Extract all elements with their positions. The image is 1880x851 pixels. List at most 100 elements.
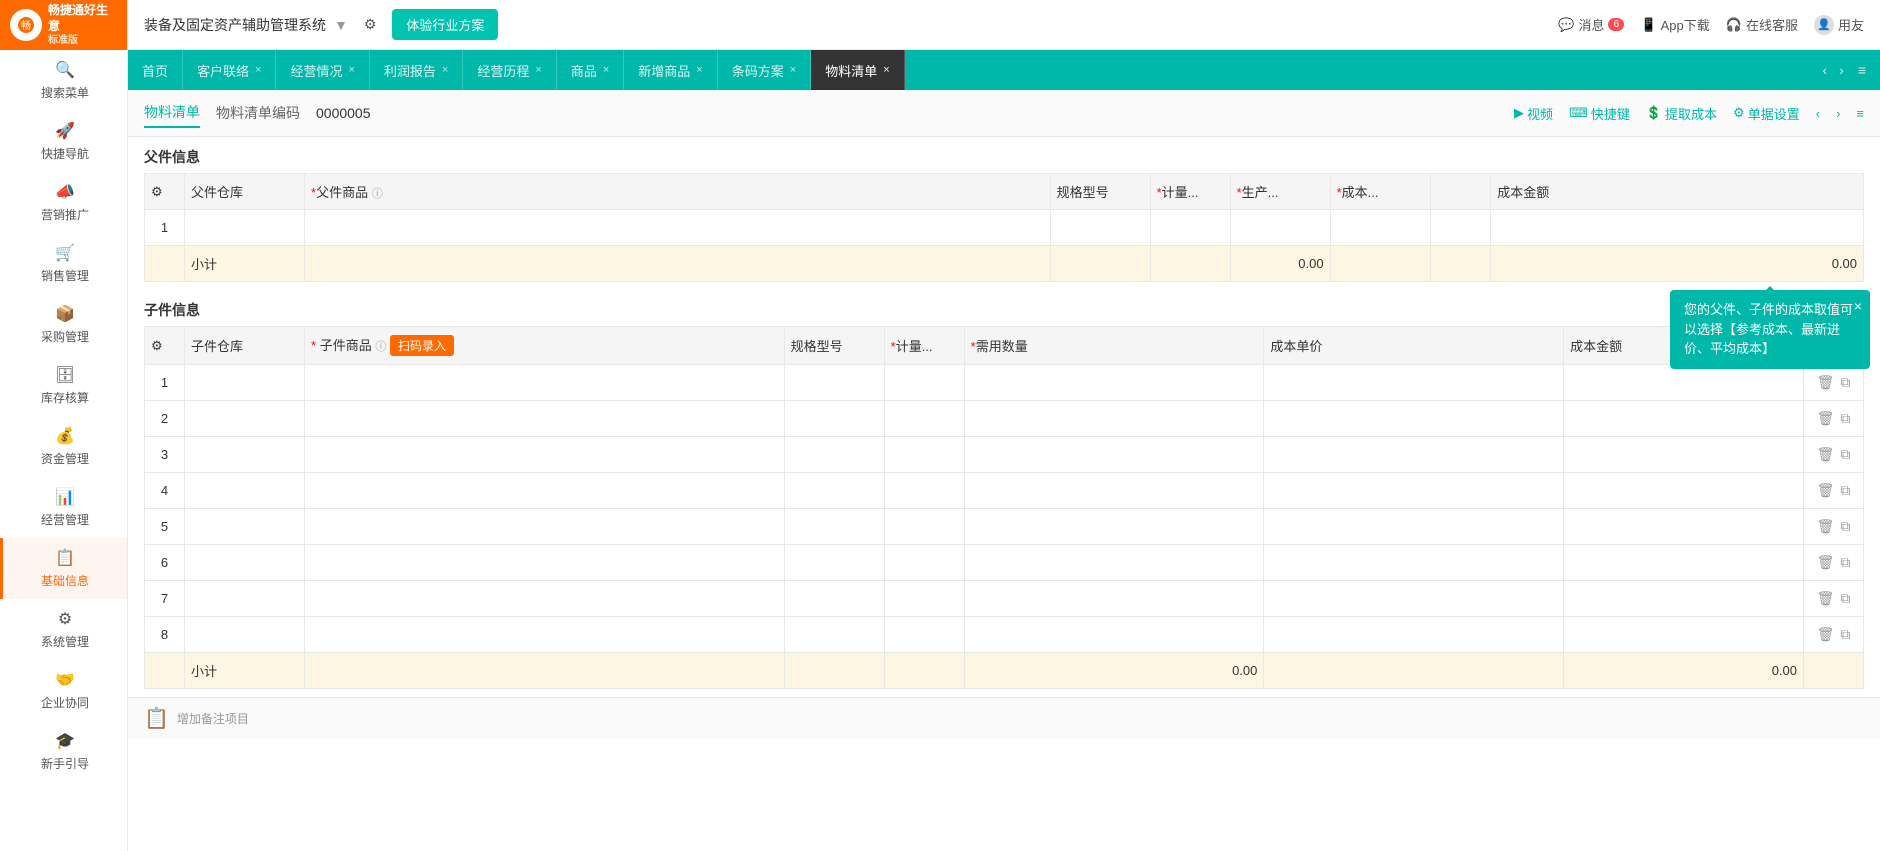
delete-icon[interactable]: 🗑	[1817, 554, 1835, 571]
th-parent-settings[interactable]: ⚙	[145, 174, 185, 210]
sidebar-item-sales[interactable]: 🛒销售管理	[0, 233, 127, 294]
sidebar-item-quicknav[interactable]: 🚀快捷导航	[0, 111, 127, 172]
sidebar-item-finance[interactable]: 💰资金管理	[0, 416, 127, 477]
child-row-2-spec[interactable]	[784, 401, 884, 437]
parent-row-1-production[interactable]	[1230, 210, 1330, 246]
child-row-4-spec[interactable]	[784, 473, 884, 509]
child-row-7-qty[interactable]	[964, 581, 1264, 617]
copy-icon[interactable]: ⧉	[1840, 518, 1850, 535]
tab-close-newgoods[interactable]: ×	[696, 64, 702, 76]
child-row-1-unit-cost[interactable]	[1264, 365, 1564, 401]
sub-tab-bom-list[interactable]: 物料清单	[144, 98, 200, 128]
child-row-8-spec[interactable]	[784, 617, 884, 653]
single-setting-btn[interactable]: ⚙单据设置	[1733, 104, 1800, 123]
copy-icon[interactable]: ⧉	[1840, 626, 1850, 643]
delete-icon[interactable]: 🗑	[1817, 374, 1835, 391]
parent-row-1-warehouse[interactable]	[185, 210, 305, 246]
tabs-next-arrow[interactable]: ›	[1835, 60, 1848, 80]
child-row-3-unit-cost[interactable]	[1264, 437, 1564, 473]
nav-prev-btn[interactable]: ‹	[1816, 106, 1820, 121]
delete-icon[interactable]: 🗑	[1817, 626, 1835, 643]
tab-close-barcode[interactable]: ×	[790, 64, 796, 76]
child-row-2-qty[interactable]	[964, 401, 1264, 437]
tab-close-customer[interactable]: ×	[255, 64, 261, 76]
tabs-close-all-btn[interactable]: ≡	[1852, 60, 1872, 80]
tab-close-operation[interactable]: ×	[348, 64, 354, 76]
copy-icon[interactable]: ⧉	[1840, 590, 1850, 607]
child-row-1-warehouse[interactable]	[185, 365, 305, 401]
child-row-5-warehouse[interactable]	[185, 509, 305, 545]
sidebar-item-guide[interactable]: 🎓新手引导	[0, 721, 127, 782]
experience-btn[interactable]: 体验行业方案	[392, 9, 498, 40]
extract-cost-btn[interactable]: 💲提取成本	[1646, 104, 1717, 123]
copy-icon[interactable]: ⧉	[1840, 446, 1850, 463]
child-row-3-qty[interactable]	[964, 437, 1264, 473]
child-row-3-product[interactable]	[305, 437, 785, 473]
sidebar-item-purchase[interactable]: 📦采购管理	[0, 294, 127, 355]
child-row-6-warehouse[interactable]	[185, 545, 305, 581]
nav-next-btn[interactable]: ›	[1836, 106, 1840, 121]
parent-row-1-unit[interactable]	[1150, 210, 1230, 246]
nav-tab-customer[interactable]: 客户联络×	[183, 50, 276, 90]
parent-row-1-spec[interactable]	[1050, 210, 1150, 246]
nav-tab-bom[interactable]: 物料清单×	[811, 50, 904, 90]
sidebar-item-operation[interactable]: 📊经营管理	[0, 477, 127, 538]
child-row-1-unit[interactable]	[884, 365, 964, 401]
child-row-2-unit[interactable]	[884, 401, 964, 437]
nav-tab-goods[interactable]: 商品×	[557, 50, 624, 90]
video-btn[interactable]: ▶视频	[1514, 104, 1553, 123]
grid-view-btn[interactable]: ≡	[1856, 106, 1864, 121]
scan-input-btn[interactable]: 扫码录入	[390, 335, 454, 356]
child-row-1-spec[interactable]	[784, 365, 884, 401]
message-btn[interactable]: 💬 消息 6	[1558, 15, 1624, 34]
th-child-settings[interactable]: ⚙	[145, 327, 185, 365]
shortcut-btn[interactable]: ⌨快捷键	[1569, 104, 1630, 123]
parent-row-1-product[interactable]	[305, 210, 1051, 246]
child-row-2-unit-cost[interactable]	[1264, 401, 1564, 437]
sidebar-item-marketing[interactable]: 📣营销推广	[0, 172, 127, 233]
delete-icon[interactable]: 🗑	[1817, 518, 1835, 535]
nav-tab-home[interactable]: 首页	[128, 50, 183, 90]
child-row-1-qty[interactable]	[964, 365, 1264, 401]
delete-icon[interactable]: 🗑	[1817, 446, 1835, 463]
nav-tab-barcode[interactable]: 条码方案×	[718, 50, 811, 90]
child-row-2-product[interactable]	[305, 401, 785, 437]
child-row-5-unit-cost[interactable]	[1264, 509, 1564, 545]
settings-gear-icon[interactable]: ⚙	[356, 12, 385, 37]
child-row-4-warehouse[interactable]	[185, 473, 305, 509]
user-btn[interactable]: 👤 用友	[1814, 15, 1864, 35]
delete-icon[interactable]: 🗑	[1817, 482, 1835, 499]
child-row-6-product[interactable]	[305, 545, 785, 581]
child-row-6-unit[interactable]	[884, 545, 964, 581]
add-note-label[interactable]: 增加备注项目	[177, 710, 249, 727]
nav-tab-newgoods[interactable]: 新增商品×	[624, 50, 717, 90]
tab-close-goods[interactable]: ×	[603, 64, 609, 76]
sidebar-item-search[interactable]: 🔍搜索菜单	[0, 50, 127, 111]
app-download-btn[interactable]: 📱 App下载	[1640, 15, 1709, 34]
support-btn[interactable]: 🎧 在线客服	[1726, 15, 1798, 34]
child-row-7-warehouse[interactable]	[185, 581, 305, 617]
child-row-3-unit[interactable]	[884, 437, 964, 473]
child-row-8-unit[interactable]	[884, 617, 964, 653]
child-row-6-unit-cost[interactable]	[1264, 545, 1564, 581]
child-row-4-qty[interactable]	[964, 473, 1264, 509]
child-row-4-unit-cost[interactable]	[1264, 473, 1564, 509]
child-row-7-unit[interactable]	[884, 581, 964, 617]
copy-icon[interactable]: ⧉	[1840, 410, 1850, 427]
copy-icon[interactable]: ⧉	[1840, 374, 1850, 391]
nav-tab-operation[interactable]: 经营情况×	[276, 50, 369, 90]
child-row-6-qty[interactable]	[964, 545, 1264, 581]
child-row-7-spec[interactable]	[784, 581, 884, 617]
parent-row-1-cost[interactable]	[1330, 210, 1430, 246]
sidebar-item-collab[interactable]: 🤝企业协同	[0, 660, 127, 721]
child-row-3-spec[interactable]	[784, 437, 884, 473]
child-row-8-unit-cost[interactable]	[1264, 617, 1564, 653]
child-row-6-spec[interactable]	[784, 545, 884, 581]
child-row-5-spec[interactable]	[784, 509, 884, 545]
add-note-icon[interactable]: 📋	[144, 706, 169, 731]
tab-close-profit[interactable]: ×	[442, 64, 448, 76]
delete-icon[interactable]: 🗑	[1817, 410, 1835, 427]
nav-tab-profit[interactable]: 利润报告×	[370, 50, 463, 90]
sidebar-item-inventory[interactable]: 🗄库存核算	[0, 355, 127, 416]
child-row-8-qty[interactable]	[964, 617, 1264, 653]
